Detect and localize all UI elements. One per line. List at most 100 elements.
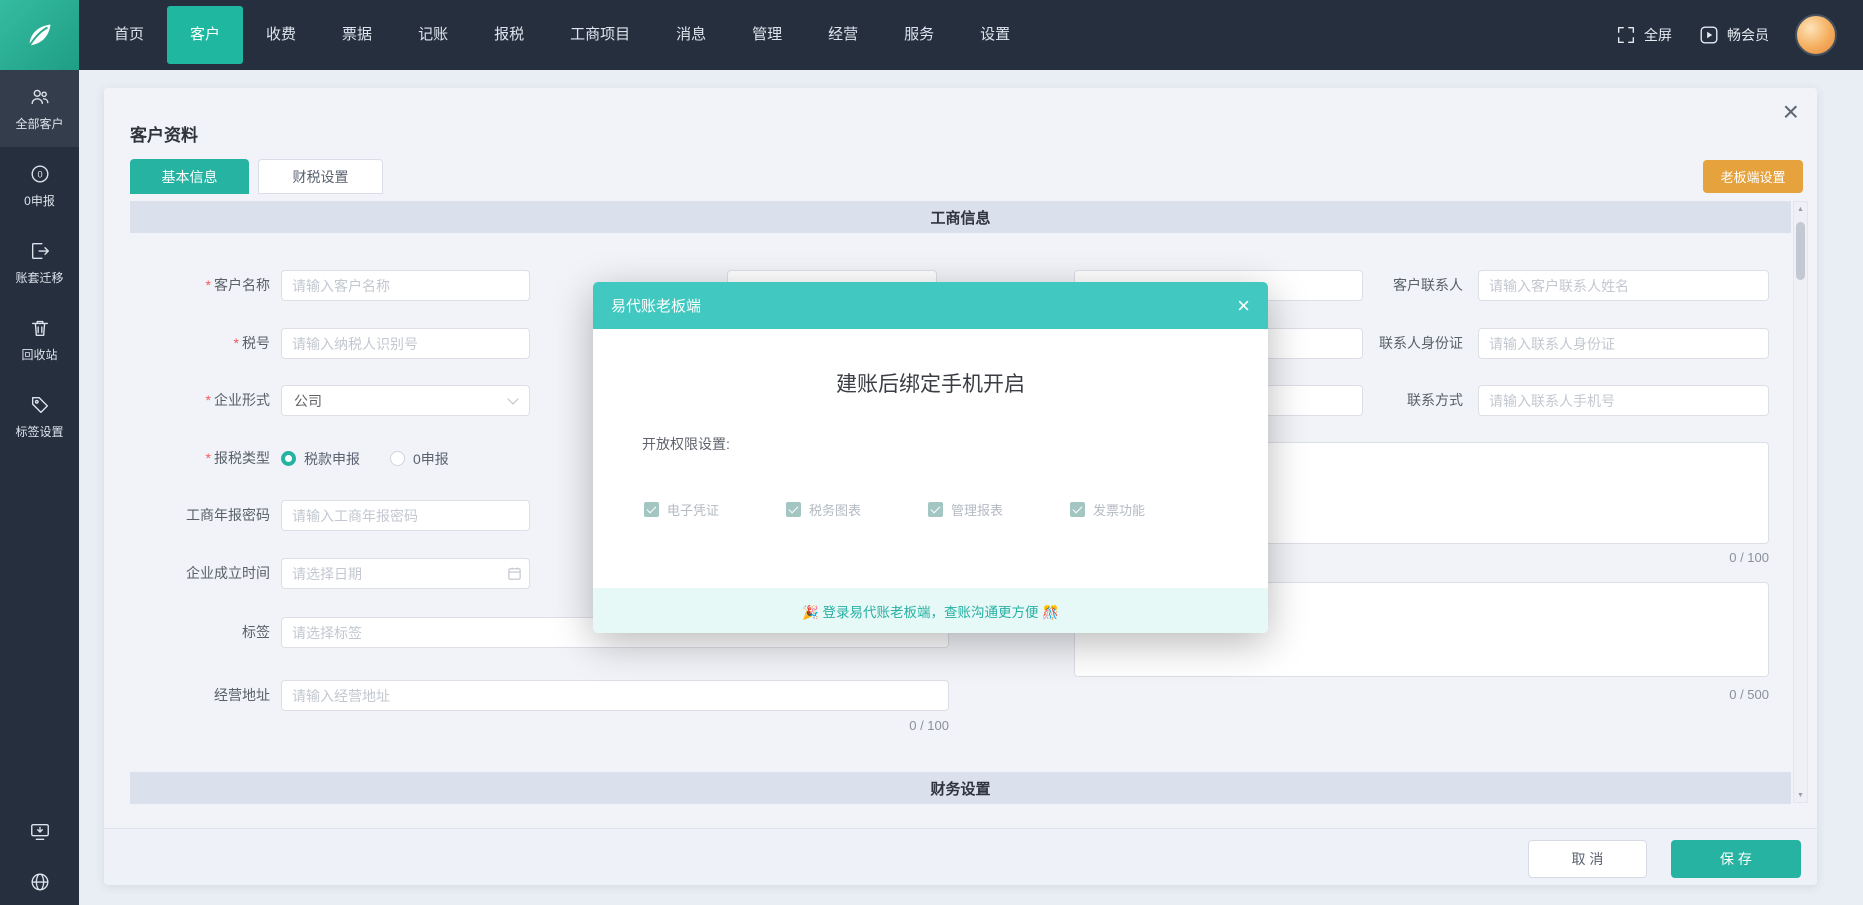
checkbox-label: 发票功能 bbox=[1093, 503, 1146, 518]
required-mark: * bbox=[233, 335, 239, 351]
modal-title: 易代账老板端 bbox=[611, 298, 702, 315]
contact-id-label: 联系人身份证 bbox=[1379, 335, 1463, 351]
tax-type-radio-zero[interactable]: 0申报 bbox=[390, 449, 449, 469]
permission-label: 开放权限设置: bbox=[642, 436, 730, 452]
migrate-icon bbox=[31, 242, 49, 260]
avatar[interactable] bbox=[1795, 14, 1837, 56]
radio-icon bbox=[390, 451, 405, 466]
checked-checkbox-icon bbox=[644, 502, 659, 517]
tag-icon bbox=[31, 396, 48, 414]
tax-type-label: * 报税类型 bbox=[205, 450, 270, 466]
nav-item-messages[interactable]: 消息 bbox=[653, 0, 729, 70]
sidebar-item-account-migration[interactable]: 账套迁移 bbox=[0, 224, 79, 301]
users-icon bbox=[31, 89, 48, 105]
checkbox-label: 管理报表 bbox=[951, 503, 1004, 518]
contact-name-field[interactable] bbox=[1478, 270, 1769, 301]
annual-report-password-label: 工商年报密码 bbox=[186, 507, 270, 523]
business-address-field[interactable] bbox=[281, 680, 949, 711]
modal-close-icon[interactable] bbox=[1237, 293, 1250, 319]
checkbox-invoice-function[interactable]: 发票功能 bbox=[1070, 500, 1145, 519]
checkbox-management-reports[interactable]: 管理报表 bbox=[928, 500, 1003, 519]
sidebar-item-recycle-bin[interactable]: 回收站 bbox=[0, 301, 79, 378]
nav-item-management[interactable]: 管理 bbox=[729, 0, 805, 70]
nav-item-invoices[interactable]: 票据 bbox=[319, 0, 395, 70]
tab-basic-info[interactable]: 基本信息 bbox=[130, 159, 249, 194]
annual-report-password-field[interactable] bbox=[281, 500, 530, 531]
checked-checkbox-icon bbox=[1070, 502, 1086, 517]
boss-login-link[interactable]: 🎉 登录易代账老板端，查账沟通更方便 🎊 bbox=[593, 588, 1268, 633]
checkbox-label: 税务图表 bbox=[809, 503, 862, 518]
nav-item-business-projects[interactable]: 工商项目 bbox=[547, 0, 653, 70]
leaf-logo-icon bbox=[28, 24, 50, 47]
checkbox-tax-charts[interactable]: 税务图表 bbox=[786, 500, 861, 519]
sidebar-bottom-tools bbox=[0, 821, 79, 893]
sidebar-item-all-customers[interactable]: 全部客户 bbox=[0, 70, 79, 147]
zero-report-icon: 0 bbox=[31, 165, 48, 183]
cancel-button[interactable]: 取 消 bbox=[1528, 840, 1647, 878]
radio-label: 0申报 bbox=[413, 450, 449, 467]
trash-icon bbox=[31, 320, 48, 337]
establish-date-field[interactable] bbox=[281, 558, 530, 589]
contact-phone-field[interactable] bbox=[1478, 385, 1769, 416]
address-char-counter: 0 / 100 bbox=[909, 718, 949, 733]
permission-checkbox-row: 电子凭证 税务图表 管理报表 发票功能 bbox=[644, 500, 1145, 519]
sidebar-item-label: 0申报 bbox=[24, 194, 55, 208]
scrollbar[interactable] bbox=[1793, 201, 1808, 803]
checkbox-electronic-voucher[interactable]: 电子凭证 bbox=[644, 500, 719, 519]
section-header-finance-settings: 财务设置 bbox=[130, 772, 1791, 804]
required-mark: * bbox=[205, 450, 211, 466]
nav-item-tax-filing[interactable]: 报税 bbox=[471, 0, 547, 70]
nav-item-customer[interactable]: 客户 bbox=[167, 6, 244, 64]
save-button[interactable]: 保 存 bbox=[1671, 840, 1801, 878]
scroll-up-icon[interactable] bbox=[1794, 202, 1807, 216]
scroll-down-icon[interactable] bbox=[1794, 788, 1807, 802]
sidebar-item-label: 回收站 bbox=[21, 348, 58, 362]
section-header-business-info: 工商信息 bbox=[130, 201, 1791, 233]
checked-checkbox-icon bbox=[786, 502, 802, 517]
nav-item-home[interactable]: 首页 bbox=[91, 0, 167, 70]
radio-icon bbox=[281, 451, 296, 466]
app-logo bbox=[0, 0, 79, 70]
required-mark: * bbox=[205, 392, 211, 408]
sidebar-item-zero-declare[interactable]: 0 0申报 bbox=[0, 147, 79, 224]
left-sidebar: 全部客户 0 0申报 账套迁移 回收站 标签设置 bbox=[0, 70, 79, 905]
sidebar-item-label: 标签设置 bbox=[15, 425, 64, 439]
tax-type-radio-declare[interactable]: 税款申报 bbox=[281, 449, 360, 469]
nav-item-operations[interactable]: 经营 bbox=[805, 0, 881, 70]
checkbox-label: 电子凭证 bbox=[667, 503, 720, 518]
tax-type-radio-group: 税款申报 0申报 bbox=[281, 443, 449, 474]
globe-icon[interactable] bbox=[29, 871, 51, 893]
scroll-thumb[interactable] bbox=[1796, 222, 1805, 280]
tags-label: 标签 bbox=[242, 624, 270, 640]
checked-checkbox-icon bbox=[928, 502, 944, 517]
sidebar-item-label: 账套迁移 bbox=[15, 271, 64, 285]
modal-heading: 建账后绑定手机开启 bbox=[836, 373, 1025, 396]
sidebar-item-tag-settings[interactable]: 标签设置 bbox=[0, 378, 79, 455]
tab-tax-settings[interactable]: 财税设置 bbox=[258, 159, 383, 194]
nav-item-bookkeeping[interactable]: 记账 bbox=[395, 0, 471, 70]
download-client-icon[interactable] bbox=[29, 821, 51, 843]
main-menu: 首页 客户 收费 票据 记账 报税 工商项目 消息 管理 经营 服务 设置 bbox=[91, 0, 1033, 70]
radio-label: 税款申报 bbox=[304, 450, 360, 467]
member-button[interactable]: 畅会员 bbox=[1698, 24, 1769, 46]
customer-name-field[interactable] bbox=[281, 270, 530, 301]
company-form-label: * 企业形式 bbox=[205, 392, 270, 408]
company-form-select[interactable]: 公司 bbox=[281, 385, 530, 416]
tax-number-field[interactable] bbox=[281, 328, 530, 359]
fullscreen-icon bbox=[1617, 26, 1635, 44]
nav-item-fees[interactable]: 收费 bbox=[243, 0, 319, 70]
nav-item-settings[interactable]: 设置 bbox=[957, 0, 1033, 70]
page-title: 客户资料 bbox=[130, 126, 198, 145]
contact-id-field[interactable] bbox=[1478, 328, 1769, 359]
establish-date-wrap bbox=[281, 558, 530, 589]
svg-text:0: 0 bbox=[37, 169, 42, 179]
contact-name-label: 客户联系人 bbox=[1393, 277, 1463, 293]
boss-settings-button[interactable]: 老板端设置 bbox=[1703, 160, 1803, 193]
member-icon bbox=[1700, 26, 1718, 44]
member-label: 畅会员 bbox=[1727, 27, 1769, 43]
calendar-icon[interactable] bbox=[507, 566, 522, 581]
tax-number-label: * 税号 bbox=[233, 335, 270, 351]
close-icon[interactable] bbox=[1783, 98, 1799, 126]
nav-item-services[interactable]: 服务 bbox=[881, 0, 957, 70]
fullscreen-button[interactable]: 全屏 bbox=[1615, 24, 1672, 46]
